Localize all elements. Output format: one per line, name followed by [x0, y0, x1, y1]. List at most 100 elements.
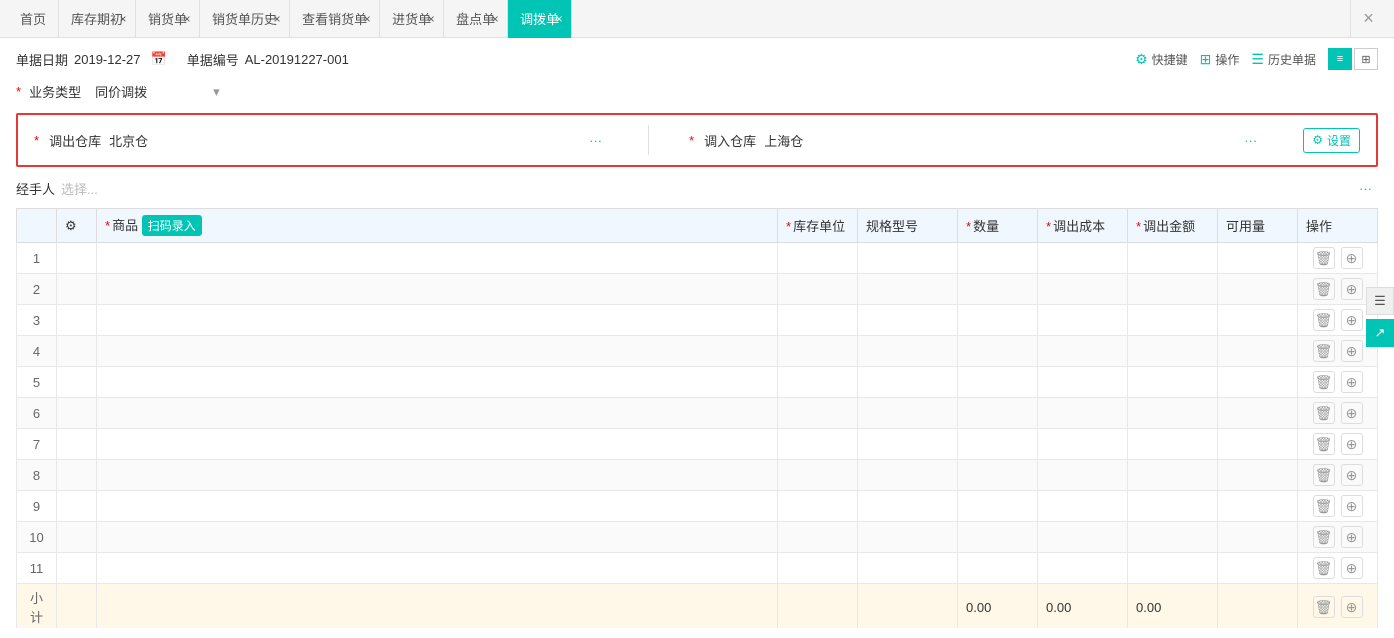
row-amount-2[interactable] [1128, 305, 1218, 336]
row-unit-1[interactable] [778, 274, 858, 305]
row-avail-6[interactable] [1218, 429, 1298, 460]
row-amount-3[interactable] [1128, 336, 1218, 367]
row-product-3[interactable] [97, 336, 778, 367]
row-copy-5[interactable]: ⊕ [1341, 402, 1363, 424]
row-unit-6[interactable] [778, 429, 858, 460]
close-tab-stocktake[interactable]: × [487, 11, 503, 27]
row-copy-7[interactable]: ⊕ [1341, 464, 1363, 486]
row-cost-8[interactable] [1038, 491, 1128, 522]
row-amount-0[interactable] [1128, 243, 1218, 274]
row-product-6[interactable] [97, 429, 778, 460]
row-delete-1[interactable]: 🗑 [1313, 278, 1335, 300]
view-grid-button[interactable]: ⊞ [1354, 48, 1378, 70]
row-copy-9[interactable]: ⊕ [1341, 526, 1363, 548]
row-copy-2[interactable]: ⊕ [1341, 309, 1363, 331]
row-spec-2[interactable] [858, 305, 958, 336]
row-unit-0[interactable] [778, 243, 858, 274]
row-spec-1[interactable] [858, 274, 958, 305]
row-avail-2[interactable] [1218, 305, 1298, 336]
row-delete-2[interactable]: 🗑 [1313, 309, 1335, 331]
subtotal-copy-icon[interactable]: ⊕ [1341, 596, 1363, 618]
biz-type-value[interactable]: 同价调拨 [87, 78, 207, 105]
row-amount-9[interactable] [1128, 522, 1218, 553]
subtotal-delete-icon[interactable]: 🗑 [1313, 596, 1335, 618]
row-avail-10[interactable] [1218, 553, 1298, 584]
row-qty-2[interactable] [958, 305, 1038, 336]
row-amount-7[interactable] [1128, 460, 1218, 491]
row-product-4[interactable] [97, 367, 778, 398]
close-tab-purchase[interactable]: × [423, 11, 439, 27]
float-list-icon[interactable]: ☰ [1366, 287, 1394, 315]
row-copy-4[interactable]: ⊕ [1341, 371, 1363, 393]
row-copy-3[interactable]: ⊕ [1341, 340, 1363, 362]
biz-dropdown-arrow[interactable]: ▾ [213, 84, 220, 100]
row-spec-10[interactable] [858, 553, 958, 584]
row-amount-4[interactable] [1128, 367, 1218, 398]
settings-button[interactable]: ⚙ 设置 [1303, 128, 1360, 153]
row-spec-7[interactable] [858, 460, 958, 491]
tab-inventory-init[interactable]: 库存期初 × [59, 0, 136, 38]
row-delete-4[interactable]: 🗑 [1313, 371, 1335, 393]
row-qty-1[interactable] [958, 274, 1038, 305]
ops-button[interactable]: ⊞ 操作 [1200, 51, 1240, 68]
row-copy-6[interactable]: ⊕ [1341, 433, 1363, 455]
row-delete-5[interactable]: 🗑 [1313, 402, 1335, 424]
tab-sales-order[interactable]: 销货单 × [136, 0, 200, 38]
row-unit-4[interactable] [778, 367, 858, 398]
row-product-10[interactable] [97, 553, 778, 584]
row-copy-1[interactable]: ⊕ [1341, 278, 1363, 300]
tab-stocktake[interactable]: 盘点单 × [444, 0, 508, 38]
row-avail-4[interactable] [1218, 367, 1298, 398]
row-avail-8[interactable] [1218, 491, 1298, 522]
row-product-0[interactable] [97, 243, 778, 274]
tab-purchase[interactable]: 进货单 × [380, 0, 444, 38]
row-avail-7[interactable] [1218, 460, 1298, 491]
row-delete-7[interactable]: 🗑 [1313, 464, 1335, 486]
calendar-icon[interactable]: 📅 [151, 51, 167, 67]
row-copy-10[interactable]: ⊕ [1341, 557, 1363, 579]
row-delete-8[interactable]: 🗑 [1313, 495, 1335, 517]
row-qty-6[interactable] [958, 429, 1038, 460]
close-tab-sales[interactable]: × [179, 11, 195, 27]
row-cost-2[interactable] [1038, 305, 1128, 336]
th-gear[interactable]: ⚙ [57, 209, 97, 243]
row-avail-1[interactable] [1218, 274, 1298, 305]
close-tab-inventory-init[interactable]: × [115, 11, 131, 27]
row-delete-6[interactable]: 🗑 [1313, 433, 1335, 455]
row-amount-8[interactable] [1128, 491, 1218, 522]
out-warehouse-more-button[interactable]: ··· [583, 133, 608, 148]
row-product-1[interactable] [97, 274, 778, 305]
float-expand-icon[interactable]: ↗ [1366, 319, 1394, 347]
main-close-button[interactable]: × [1350, 0, 1386, 38]
row-spec-6[interactable] [858, 429, 958, 460]
row-qty-3[interactable] [958, 336, 1038, 367]
row-unit-3[interactable] [778, 336, 858, 367]
row-unit-7[interactable] [778, 460, 858, 491]
row-qty-4[interactable] [958, 367, 1038, 398]
in-warehouse-more-button[interactable]: ··· [1238, 133, 1263, 148]
row-delete-3[interactable]: 🗑 [1313, 340, 1335, 362]
tab-home[interactable]: 首页 [8, 0, 59, 38]
row-spec-9[interactable] [858, 522, 958, 553]
shortcut-button[interactable]: ⚙ 快捷键 [1135, 51, 1188, 68]
tab-transfer[interactable]: 调拨单 × [508, 0, 572, 38]
view-list-button[interactable]: ≡ [1328, 48, 1352, 70]
row-cost-1[interactable] [1038, 274, 1128, 305]
row-product-2[interactable] [97, 305, 778, 336]
row-copy-8[interactable]: ⊕ [1341, 495, 1363, 517]
row-cost-7[interactable] [1038, 460, 1128, 491]
row-delete-10[interactable]: 🗑 [1313, 557, 1335, 579]
row-cost-10[interactable] [1038, 553, 1128, 584]
row-amount-1[interactable] [1128, 274, 1218, 305]
person-more-button[interactable]: ··· [1353, 181, 1378, 196]
row-unit-2[interactable] [778, 305, 858, 336]
tab-sales-history[interactable]: 销货单历史 × [200, 0, 290, 38]
row-qty-7[interactable] [958, 460, 1038, 491]
row-qty-10[interactable] [958, 553, 1038, 584]
row-avail-0[interactable] [1218, 243, 1298, 274]
row-unit-10[interactable] [778, 553, 858, 584]
row-cost-0[interactable] [1038, 243, 1128, 274]
person-select[interactable]: 选择... [61, 179, 98, 198]
row-spec-0[interactable] [858, 243, 958, 274]
row-qty-5[interactable] [958, 398, 1038, 429]
